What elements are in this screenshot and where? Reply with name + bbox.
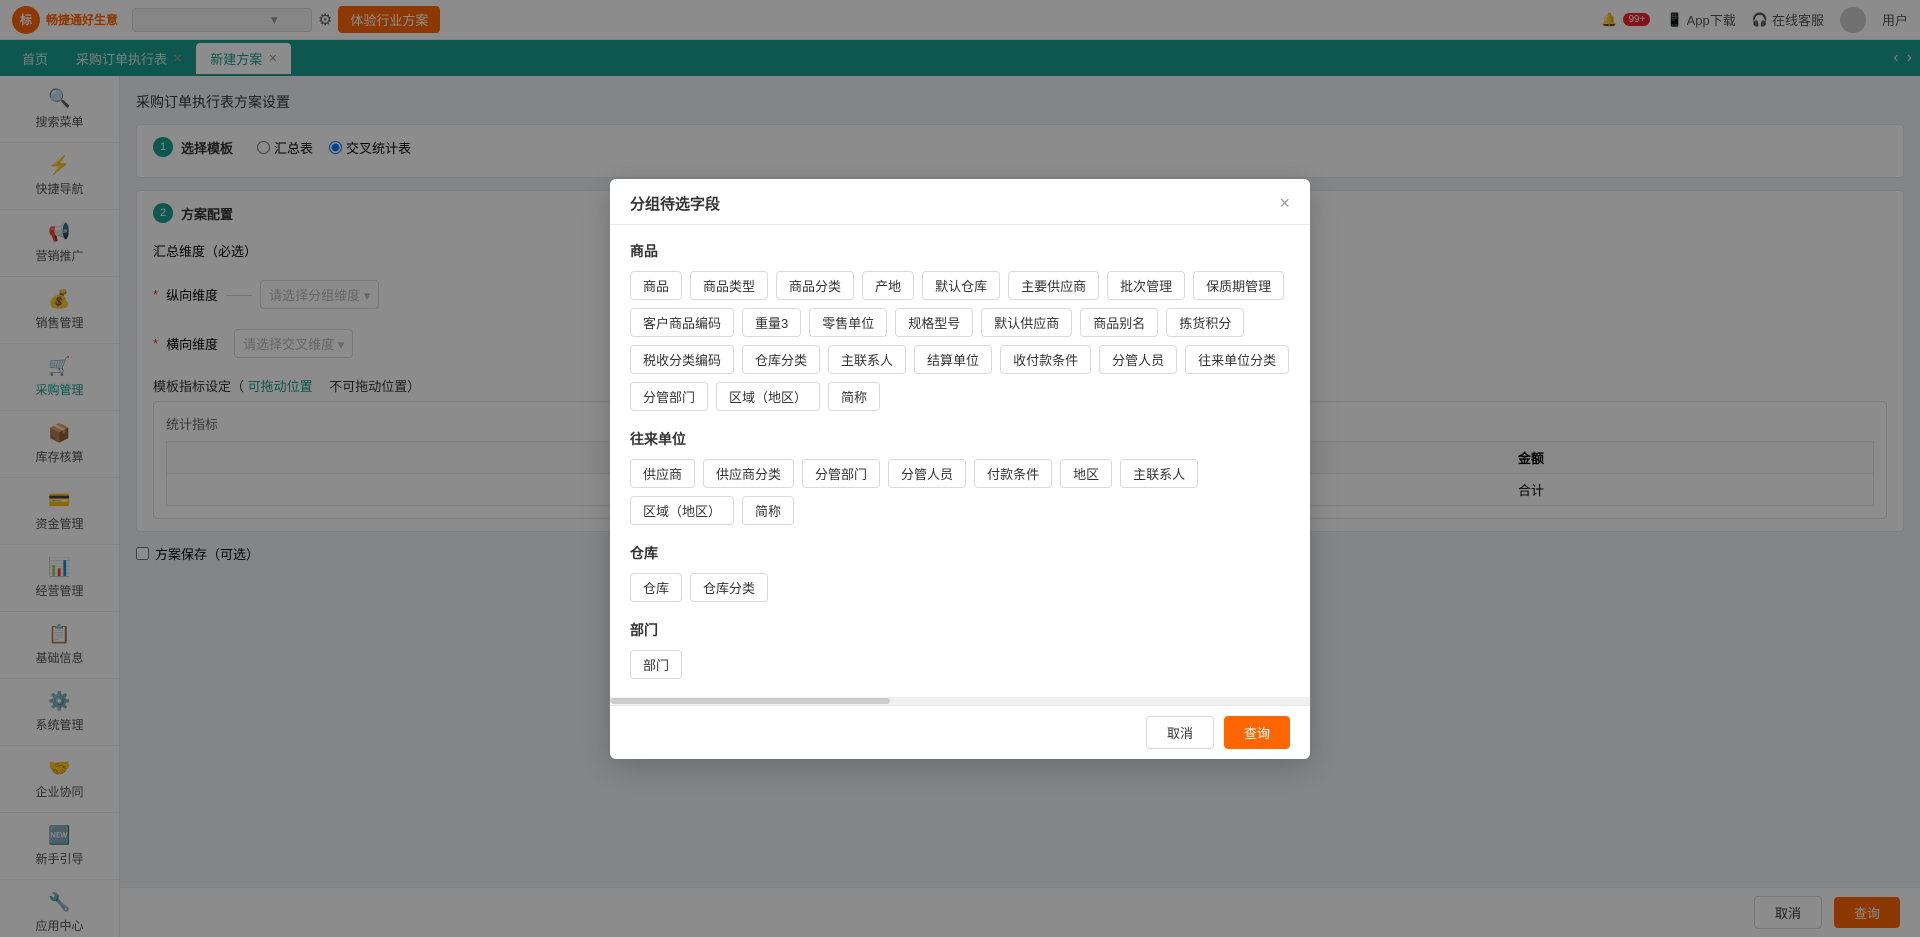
field-tag-默认供应商[interactable]: 默认供应商 <box>981 308 1072 337</box>
field-tag-区域（地区）[interactable]: 区域（地区） <box>630 496 734 525</box>
modal-cancel-btn[interactable]: 取消 <box>1146 716 1214 749</box>
field-tag-仓库[interactable]: 仓库 <box>630 573 682 602</box>
modal-close-btn[interactable]: × <box>1279 193 1290 214</box>
field-selection-modal: 分组待选字段 × 商品 商品商品类型商品分类产地默认仓库主要供应商批次管理保质期… <box>610 179 1310 759</box>
department-tags: 部门 <box>630 650 1290 679</box>
product-tags: 商品商品类型商品分类产地默认仓库主要供应商批次管理保质期管理客户商品编码重量3 零… <box>630 271 1290 411</box>
field-tag-重量3[interactable]: 重量3 <box>742 308 801 337</box>
field-tag-仓库分类[interactable]: 仓库分类 <box>690 573 768 602</box>
field-tag-往来单位分类[interactable]: 往来单位分类 <box>1185 345 1289 374</box>
modal-footer: 取消 查询 <box>610 705 1310 759</box>
section-warehouse-title: 仓库 <box>630 543 1290 563</box>
field-tag-拣货积分[interactable]: 拣货积分 <box>1166 308 1244 337</box>
field-tag-仓库分类[interactable]: 仓库分类 <box>742 345 820 374</box>
modal-hscroll-thumb <box>610 698 890 704</box>
field-tag-商品分类[interactable]: 商品分类 <box>776 271 854 300</box>
section-warehouse: 仓库 仓库仓库分类 <box>630 543 1290 602</box>
field-tag-供应商[interactable]: 供应商 <box>630 459 695 488</box>
field-tag-简称[interactable]: 简称 <box>828 382 880 411</box>
field-tag-供应商分类[interactable]: 供应商分类 <box>703 459 794 488</box>
field-tag-区域（地区）[interactable]: 区域（地区） <box>716 382 820 411</box>
field-tag-默认仓库[interactable]: 默认仓库 <box>922 271 1000 300</box>
field-tag-保质期管理[interactable]: 保质期管理 <box>1193 271 1284 300</box>
field-tag-客户商品编码[interactable]: 客户商品编码 <box>630 308 734 337</box>
modal-confirm-btn[interactable]: 查询 <box>1224 716 1290 749</box>
field-tag-规格型号[interactable]: 规格型号 <box>895 308 973 337</box>
field-tag-分管部门[interactable]: 分管部门 <box>802 459 880 488</box>
field-tag-零售单位[interactable]: 零售单位 <box>809 308 887 337</box>
field-tag-商品别名[interactable]: 商品别名 <box>1080 308 1158 337</box>
field-tag-商品[interactable]: 商品 <box>630 271 682 300</box>
field-tag-主要供应商[interactable]: 主要供应商 <box>1008 271 1099 300</box>
section-partner-title: 往来单位 <box>630 429 1290 449</box>
field-tag-主联系人[interactable]: 主联系人 <box>1120 459 1198 488</box>
modal-horizontal-scrollbar[interactable] <box>610 697 1310 705</box>
field-tag-主联系人[interactable]: 主联系人 <box>828 345 906 374</box>
field-tag-分管人员[interactable]: 分管人员 <box>1099 345 1177 374</box>
section-department: 部门 部门 <box>630 620 1290 679</box>
field-tag-商品类型[interactable]: 商品类型 <box>690 271 768 300</box>
section-partner: 往来单位 供应商供应商分类分管部门分管人员付款条件地区主联系人区域（地区） 简称 <box>630 429 1290 525</box>
field-tag-简称[interactable]: 简称 <box>742 496 794 525</box>
field-tag-收付款条件[interactable]: 收付款条件 <box>1000 345 1091 374</box>
modal-body: 商品 商品商品类型商品分类产地默认仓库主要供应商批次管理保质期管理客户商品编码重… <box>610 225 1310 697</box>
field-tag-地区[interactable]: 地区 <box>1060 459 1112 488</box>
field-tag-付款条件[interactable]: 付款条件 <box>974 459 1052 488</box>
field-tag-分管人员[interactable]: 分管人员 <box>888 459 966 488</box>
field-tag-结算单位[interactable]: 结算单位 <box>914 345 992 374</box>
section-product: 商品 商品商品类型商品分类产地默认仓库主要供应商批次管理保质期管理客户商品编码重… <box>630 241 1290 411</box>
modal-header: 分组待选字段 × <box>610 179 1310 225</box>
field-tag-批次管理[interactable]: 批次管理 <box>1107 271 1185 300</box>
field-tag-税收分类编码[interactable]: 税收分类编码 <box>630 345 734 374</box>
section-product-title: 商品 <box>630 241 1290 261</box>
warehouse-tags: 仓库仓库分类 <box>630 573 1290 602</box>
field-tag-部门[interactable]: 部门 <box>630 650 682 679</box>
field-tag-产地[interactable]: 产地 <box>862 271 914 300</box>
partner-tags: 供应商供应商分类分管部门分管人员付款条件地区主联系人区域（地区） 简称 <box>630 459 1290 525</box>
section-department-title: 部门 <box>630 620 1290 640</box>
field-tag-分管部门[interactable]: 分管部门 <box>630 382 708 411</box>
modal-title: 分组待选字段 <box>630 193 720 214</box>
